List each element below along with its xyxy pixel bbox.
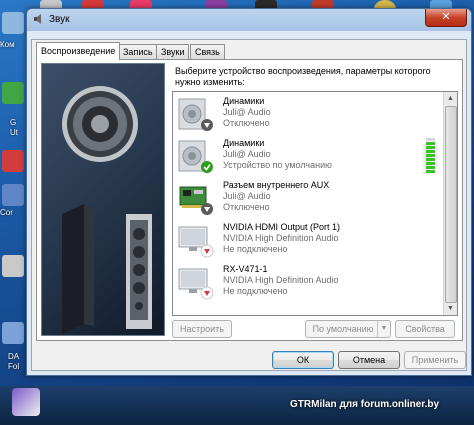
monitor-icon	[178, 268, 214, 300]
computer-icon[interactable]	[2, 12, 24, 34]
desktop-label: Ut	[10, 128, 18, 137]
device-name: RX-V471-1	[223, 264, 268, 274]
speaker-illustration	[41, 63, 165, 336]
program-icon[interactable]	[2, 255, 24, 277]
list-item[interactable]: Разъем внутреннего AUX Juli@ Audio Отклю…	[173, 178, 441, 220]
device-driver: Juli@ Audio	[223, 149, 271, 159]
close-button[interactable]: ✕	[425, 9, 467, 27]
device-status: Отключено	[223, 202, 270, 212]
level-segment	[426, 138, 435, 141]
list-item[interactable]: Динамики Juli@ Audio Устройство по умолч…	[173, 136, 441, 178]
tab-communications[interactable]: Связь	[190, 44, 225, 59]
device-name: NVIDIA HDMI Output (Port 1)	[223, 222, 341, 232]
dialog-body: Воспроизведение Запись Звуки Связь Выбер…	[31, 39, 467, 371]
desktop-label: Ком	[0, 40, 15, 49]
scroll-up-icon[interactable]: ▲	[444, 92, 457, 105]
properties-button[interactable]: Свойства	[395, 320, 455, 338]
program-icon[interactable]	[2, 82, 24, 104]
vertical-scrollbar[interactable]: ▲ ▼	[443, 92, 457, 315]
tab-sounds[interactable]: Звуки	[156, 44, 190, 59]
level-segment	[426, 154, 435, 157]
sound-card-icon	[179, 186, 213, 215]
speaker-device-icon	[178, 98, 213, 131]
scroll-thumb[interactable]	[445, 106, 457, 303]
tab-recording[interactable]: Запись	[118, 44, 158, 59]
instruction-text: Выберите устройство воспроизведения, пар…	[175, 66, 431, 87]
list-item[interactable]: RX-V471-1 NVIDIA High Definition Audio Н…	[173, 262, 441, 304]
ok-button[interactable]: ОК	[272, 351, 334, 369]
tab-playback[interactable]: Воспроизведение	[36, 42, 121, 60]
title-bar[interactable]: Звук ✕	[27, 9, 471, 31]
control-panel-icon[interactable]	[2, 184, 24, 206]
level-segment	[426, 170, 435, 173]
monitor-icon	[178, 226, 214, 258]
program-icon[interactable]	[2, 150, 24, 172]
window-title: Звук	[49, 14, 70, 25]
device-driver: Juli@ Audio	[223, 191, 271, 201]
desktop-label: Fol	[8, 362, 20, 371]
set-default-button[interactable]: По умолчанию ▼	[305, 320, 391, 338]
device-list[interactable]: Динамики Juli@ Audio Отключено Динамики …	[172, 91, 458, 316]
device-name: Разъем внутреннего AUX	[223, 180, 330, 190]
cancel-button[interactable]: Отмена	[338, 351, 400, 369]
watermark-text: GTRMilan для forum.onliner.by	[290, 399, 440, 410]
list-item[interactable]: NVIDIA HDMI Output (Port 1) NVIDIA High …	[173, 220, 441, 262]
device-driver: NVIDIA High Definition Audio	[223, 275, 339, 285]
scroll-down-icon[interactable]: ▼	[444, 302, 457, 315]
chevron-down-icon[interactable]: ▼	[377, 321, 390, 337]
desktop-label: DA	[8, 352, 20, 361]
playback-panel: Выберите устройство воспроизведения, пар…	[36, 59, 463, 341]
desktop-label: Cor	[0, 208, 13, 217]
volume-level-meter	[426, 138, 435, 173]
speakers-icon	[62, 86, 152, 334]
level-segment	[426, 142, 435, 145]
speaker-icon	[34, 14, 41, 24]
level-segment	[426, 158, 435, 161]
device-status: Устройство по умолчанию	[223, 160, 332, 170]
device-name: Динамики	[223, 138, 265, 148]
desktop-label: G	[10, 118, 17, 127]
level-segment	[426, 150, 435, 153]
level-segment	[426, 166, 435, 169]
apply-button[interactable]: Применить	[404, 351, 466, 369]
device-driver: Juli@ Audio	[223, 107, 271, 117]
set-default-label: По умолчанию	[312, 324, 374, 334]
list-item[interactable]: Динамики Juli@ Audio Отключено	[173, 94, 441, 136]
device-driver: NVIDIA High Definition Audio	[223, 233, 339, 243]
device-status: Не подключено	[223, 286, 288, 296]
program-icon[interactable]	[12, 388, 40, 416]
configure-button[interactable]: Настроить	[172, 320, 232, 338]
speaker-device-icon	[178, 140, 213, 173]
device-name: Динамики	[223, 96, 265, 106]
device-status: Отключено	[223, 118, 270, 128]
desktop-icon-column: Ком G Ut Cor DA Fol	[0, 0, 26, 425]
device-status: Не подключено	[223, 244, 288, 254]
level-segment	[426, 162, 435, 165]
sound-dialog: Звук ✕ Воспроизведение Запись Звуки Связ…	[26, 8, 472, 376]
program-icon[interactable]	[2, 322, 24, 344]
level-segment	[426, 146, 435, 149]
